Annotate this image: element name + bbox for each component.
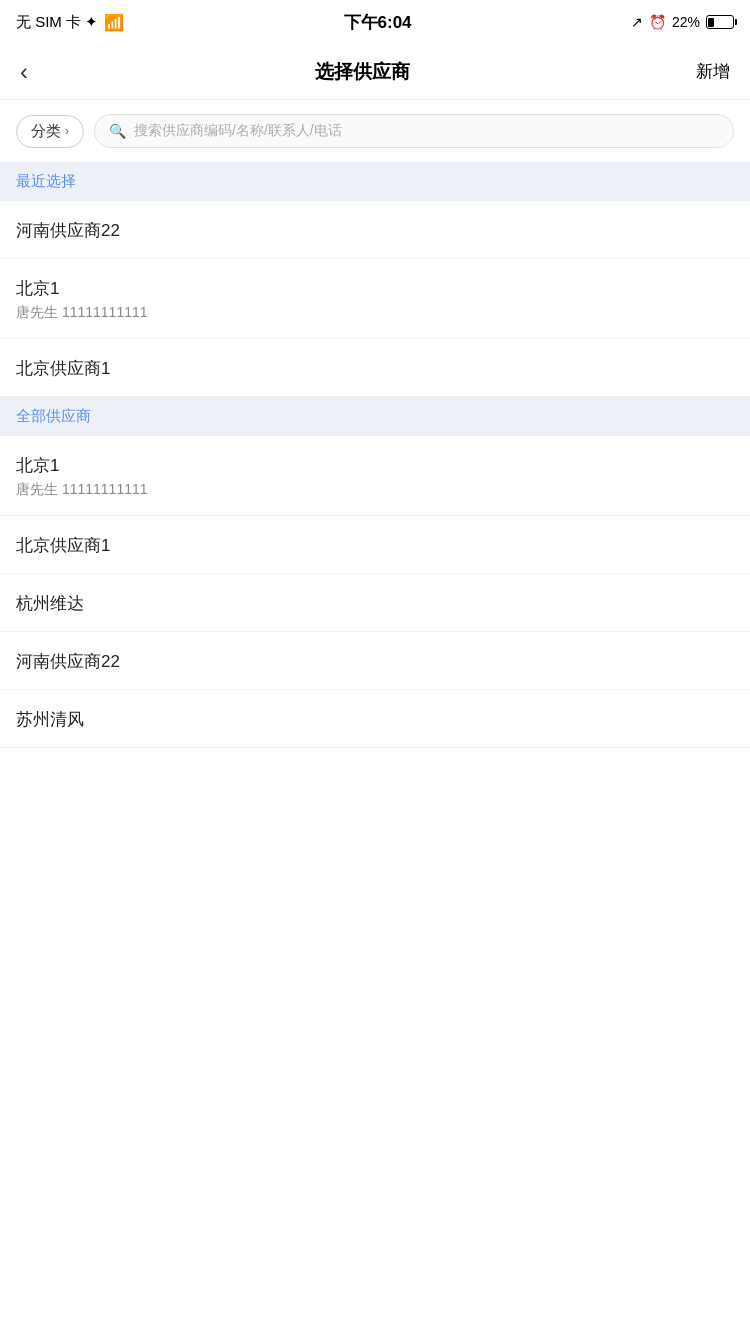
all-list-item[interactable]: 苏州清风	[0, 690, 750, 748]
supplier-sub: 唐先生 11111111111	[16, 481, 734, 499]
supplier-sub: 唐先生 11111111111	[16, 304, 734, 322]
no-sim-label: 无 SIM 卡 ✦	[16, 13, 98, 32]
supplier-name: 北京供应商1	[16, 357, 734, 380]
page-title: 选择供应商	[315, 59, 410, 85]
supplier-name: 河南供应商22	[16, 219, 734, 242]
recent-section-header: 最近选择	[0, 162, 750, 201]
recent-list: 河南供应商22 北京1 唐先生 11111111111 北京供应商1	[0, 201, 750, 397]
filter-bar: 分类 › 🔍 搜索供应商编码/名称/联系人/电话	[0, 100, 750, 162]
supplier-name: 北京1	[16, 454, 734, 477]
all-list-item[interactable]: 河南供应商22	[0, 632, 750, 690]
all-section-label: 全部供应商	[16, 407, 91, 424]
location-icon: ↗	[631, 14, 643, 30]
battery-percent: 22%	[672, 14, 700, 30]
battery-icon	[706, 15, 734, 29]
recent-list-item[interactable]: 北京供应商1	[0, 339, 750, 397]
chevron-right-icon: ›	[65, 124, 69, 138]
nav-bar: ‹ 选择供应商 新增	[0, 44, 750, 100]
category-label: 分类	[31, 122, 61, 141]
back-button[interactable]: ‹	[20, 60, 28, 84]
recent-list-item[interactable]: 北京1 唐先生 11111111111	[0, 259, 750, 339]
search-box[interactable]: 🔍 搜索供应商编码/名称/联系人/电话	[94, 114, 734, 148]
all-list-item[interactable]: 杭州维达	[0, 574, 750, 632]
category-filter-button[interactable]: 分类 ›	[16, 115, 84, 148]
add-button[interactable]: 新增	[696, 60, 730, 83]
all-list-item[interactable]: 北京供应商1	[0, 516, 750, 574]
status-time: 下午6:04	[344, 11, 412, 34]
recent-list-item[interactable]: 河南供应商22	[0, 201, 750, 259]
supplier-name: 北京1	[16, 277, 734, 300]
search-icon: 🔍	[109, 123, 126, 139]
supplier-name: 杭州维达	[16, 592, 734, 615]
supplier-name: 北京供应商1	[16, 534, 734, 557]
status-right: ↗ ⏰ 22%	[631, 14, 734, 30]
supplier-name: 苏州清风	[16, 708, 734, 731]
all-section-header: 全部供应商	[0, 397, 750, 436]
status-left: 无 SIM 卡 ✦ 📶	[16, 13, 124, 32]
search-placeholder: 搜索供应商编码/名称/联系人/电话	[134, 122, 342, 140]
all-supplier-list: 北京1 唐先生 11111111111 北京供应商1 杭州维达 河南供应商22 …	[0, 436, 750, 748]
all-list-item[interactable]: 北京1 唐先生 11111111111	[0, 436, 750, 516]
recent-section-label: 最近选择	[16, 172, 76, 189]
wifi-icon: 📶	[104, 13, 124, 32]
supplier-name: 河南供应商22	[16, 650, 734, 673]
status-bar: 无 SIM 卡 ✦ 📶 下午6:04 ↗ ⏰ 22%	[0, 0, 750, 44]
alarm-icon: ⏰	[649, 14, 666, 30]
